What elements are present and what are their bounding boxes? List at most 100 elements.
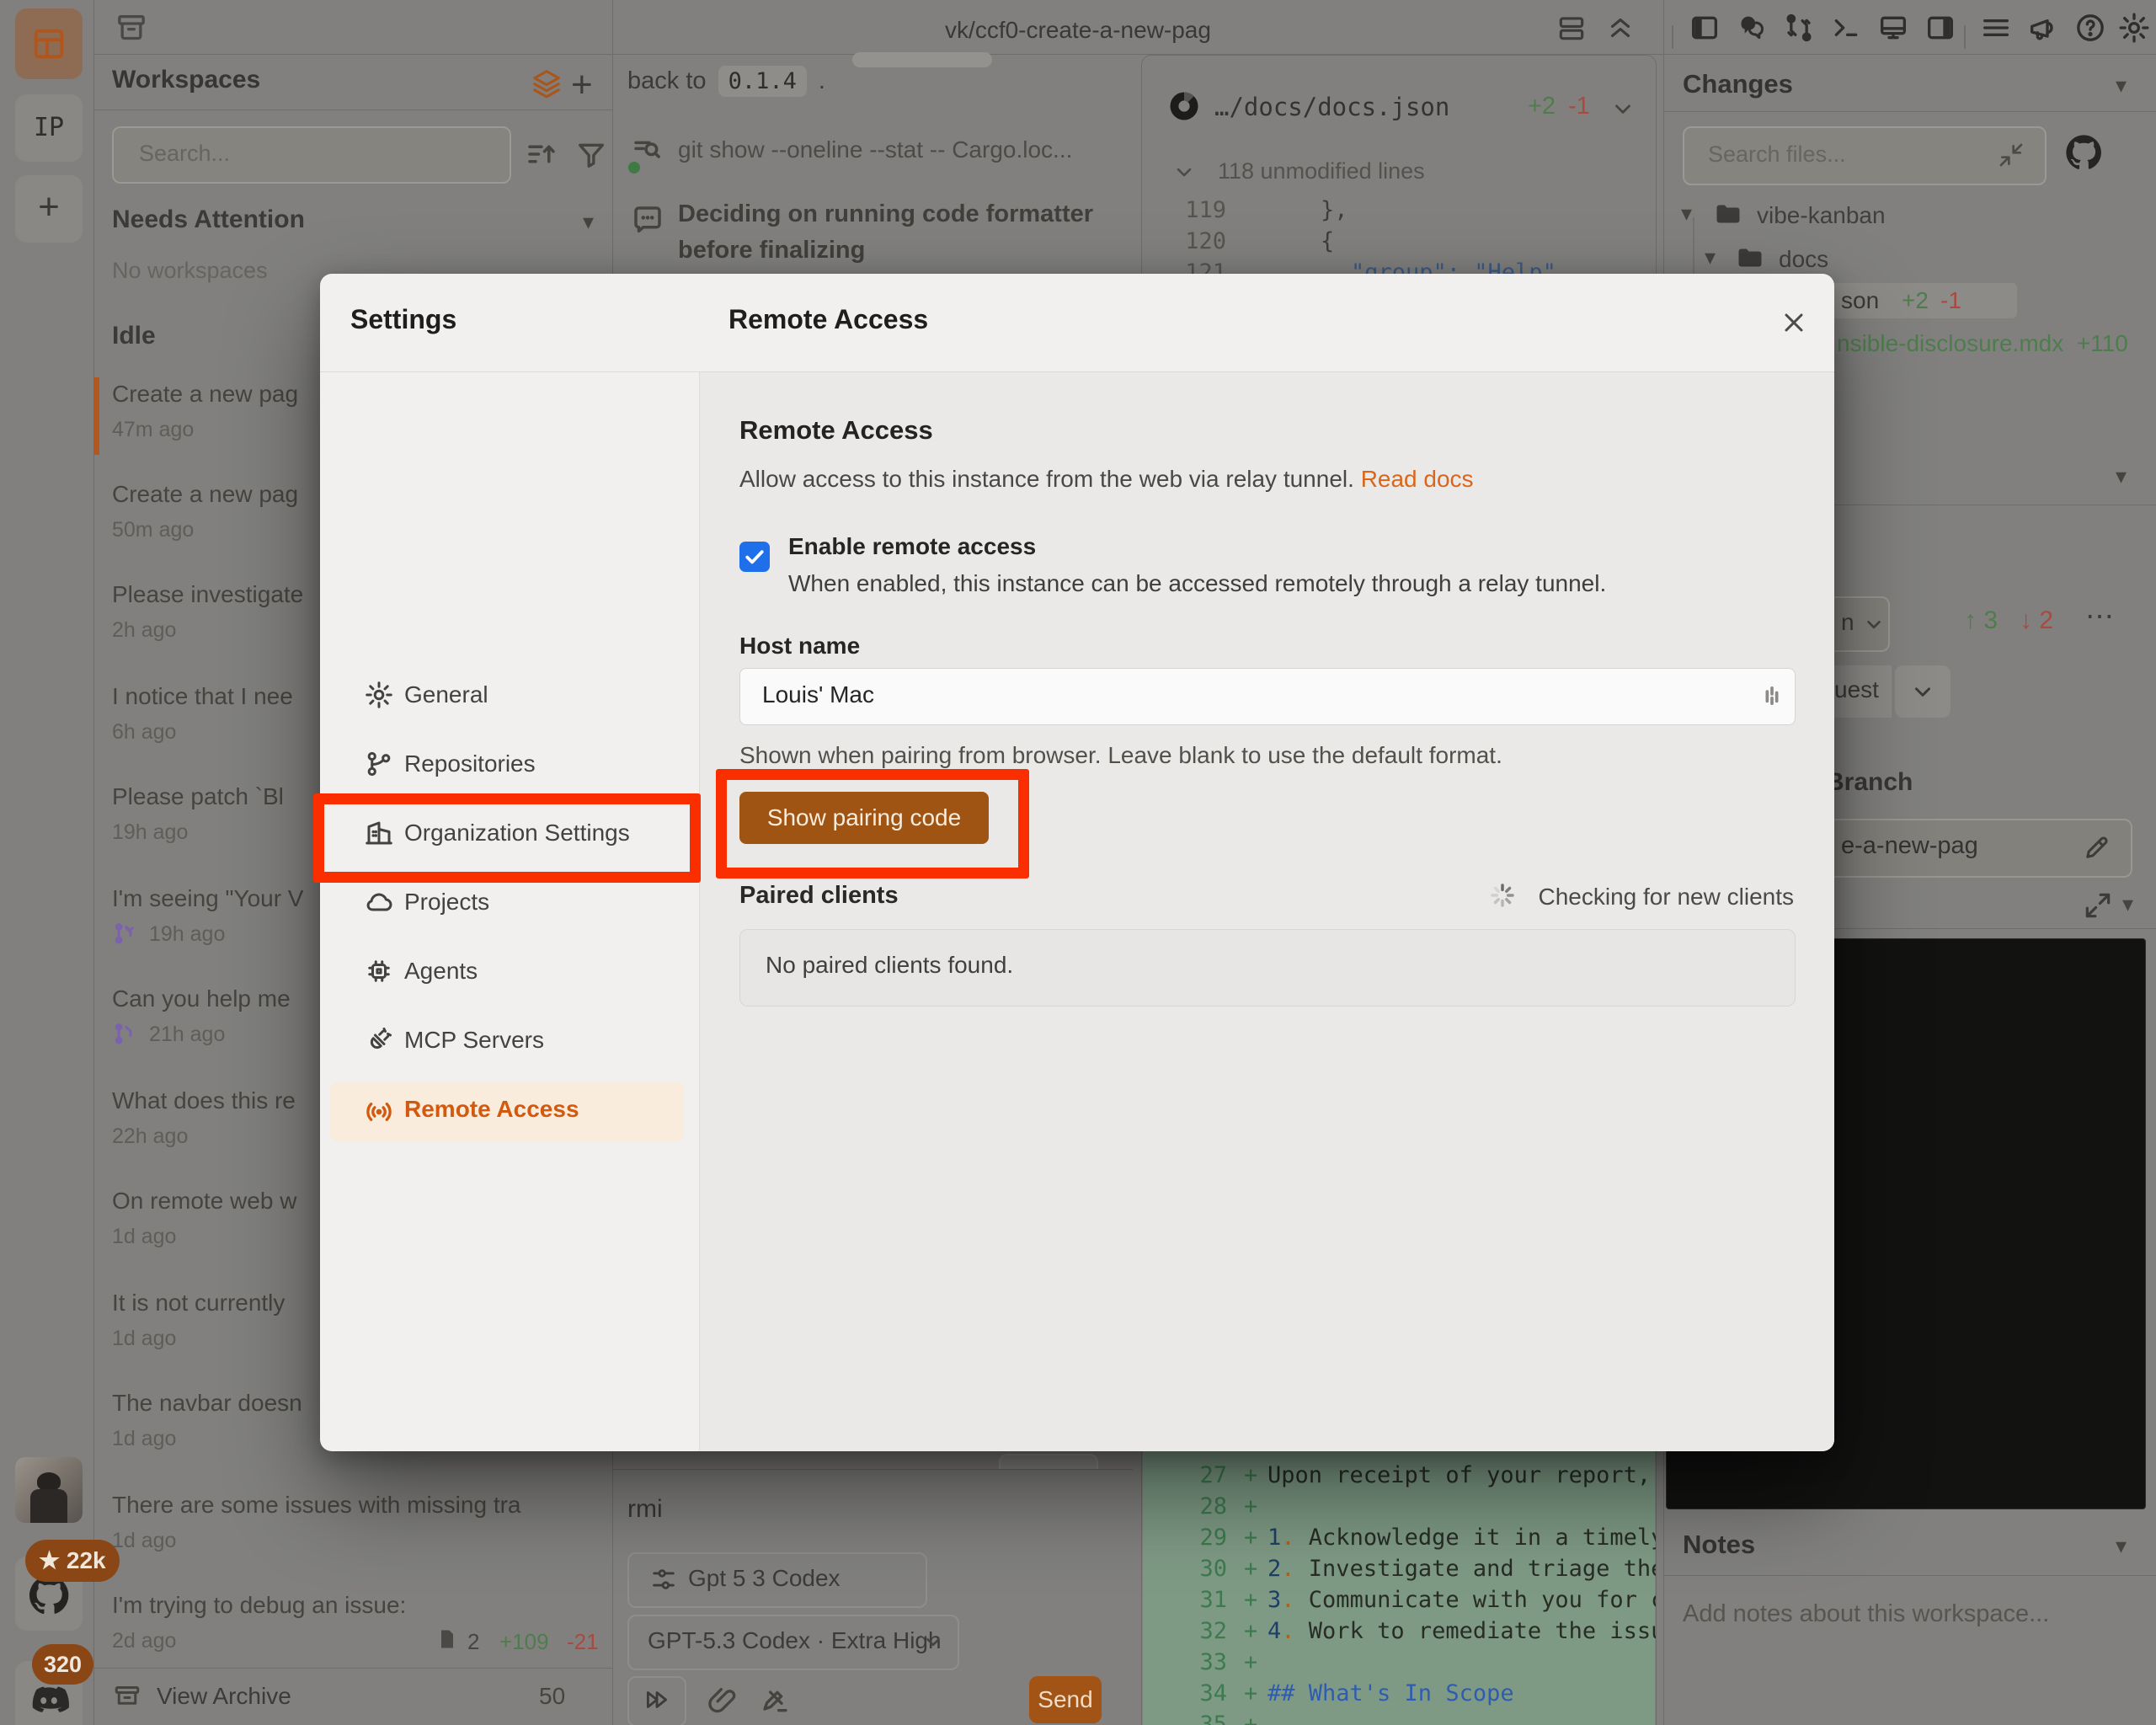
message-line2: before finalizing — [678, 237, 865, 264]
plug-icon — [364, 1025, 394, 1055]
chevron-down-icon[interactable] — [1172, 160, 1196, 184]
stars-count: 22k — [67, 1547, 106, 1573]
paired-clients-title: Paired clients — [739, 882, 899, 910]
chevron-down-icon[interactable]: ▾ — [2122, 893, 2133, 915]
topbar-separator — [1672, 25, 1673, 49]
modal-nav-divider — [699, 371, 700, 1451]
megaphone-icon[interactable] — [2026, 11, 2060, 45]
changes-title: Changes — [1683, 69, 1793, 99]
notes-title: Notes — [1683, 1530, 1755, 1560]
enable-remote-sub: When enabled, this instance can be acces… — [788, 570, 1606, 597]
profile-initials: IP — [34, 113, 64, 142]
section-idle: Idle — [112, 322, 156, 350]
active-item-indicator — [93, 377, 99, 455]
collapse-all-icon[interactable] — [1604, 12, 1636, 44]
folder-icon — [1735, 243, 1765, 273]
rail-add-button[interactable]: + — [15, 175, 83, 243]
send-button[interactable]: Send — [1029, 1676, 1102, 1723]
model-selector[interactable]: GPT-5.3 Codex · Extra High — [627, 1615, 959, 1670]
host-name-help: Shown when pairing from browser. Leave b… — [739, 742, 1502, 769]
collapse-tree-icon[interactable] — [1998, 142, 2025, 168]
menu-icon[interactable] — [1979, 11, 2013, 45]
pull-request-icon — [112, 921, 137, 946]
highlighter-icon[interactable] — [756, 1684, 790, 1717]
removed-count: -21 — [567, 1629, 599, 1655]
host-name-label: Host name — [739, 633, 860, 660]
archive-icon — [112, 1681, 142, 1712]
model-chip[interactable]: Gpt 5 3 Codex — [627, 1552, 927, 1608]
added-count: +109 — [499, 1629, 549, 1655]
unmodified-lines-label[interactable]: 118 unmodified lines — [1218, 158, 1425, 184]
rail-profile-button[interactable]: IP — [15, 94, 83, 162]
enable-remote-checkbox[interactable] — [739, 542, 770, 572]
git-compare-icon[interactable] — [1782, 11, 1816, 45]
rows-layout-icon[interactable] — [1556, 12, 1588, 44]
add-workspace-button[interactable]: + — [571, 64, 593, 106]
file-count: 2 — [467, 1629, 479, 1655]
chevron-down-icon[interactable]: ▾ — [2116, 465, 2127, 487]
sliders-icon — [649, 1565, 678, 1594]
chevron-down-icon[interactable]: ▾ — [2116, 74, 2127, 96]
tool-call-command[interactable]: git show --oneline --stat -- Cargo.loc..… — [678, 136, 1072, 163]
view-archive-button[interactable]: View Archive — [157, 1683, 291, 1710]
settings-nav-mcp-servers[interactable]: MCP Servers — [320, 1006, 699, 1075]
branch-label: Branch — [1826, 768, 1913, 797]
tool-call-icon — [630, 133, 665, 168]
scroll-pill — [852, 52, 992, 67]
spinner-icon — [1489, 882, 1516, 909]
terminal-icon[interactable] — [1829, 11, 1863, 45]
edit-pencil-icon[interactable] — [2082, 832, 2112, 862]
attach-icon[interactable] — [706, 1684, 739, 1717]
tree-folder-docs[interactable]: docs — [1779, 246, 1828, 273]
enable-remote-label[interactable]: Enable remote access — [788, 533, 1036, 560]
settings-gear-icon[interactable] — [2117, 11, 2151, 45]
section-needs-attention: Needs Attention — [112, 206, 305, 234]
app-window: vk/ccf0-create-a-new-pag IP + — [0, 0, 2156, 1725]
more-options-icon[interactable]: ⋯ — [2085, 600, 2116, 633]
monitor-icon[interactable] — [1876, 11, 1910, 45]
chevron-down-icon[interactable]: ▾ — [1681, 202, 1692, 224]
avatar[interactable] — [15, 1457, 83, 1523]
settings-nav-agents[interactable]: Agents — [320, 937, 699, 1006]
chevron-down-icon[interactable]: ▾ — [2116, 1535, 2127, 1557]
tree-file-added[interactable]: nsible-disclosure.mdx +110 — [1837, 330, 2128, 357]
modal-header-divider — [320, 371, 1834, 372]
workspace-item[interactable]: There are some issues with missing tra1d… — [112, 1492, 612, 1576]
help-icon[interactable] — [2073, 11, 2107, 45]
settings-nav-repositories[interactable]: Repositories — [320, 729, 699, 798]
chevron-down-icon — [922, 1631, 944, 1653]
sidebar-header-divider — [93, 109, 612, 110]
layers-icon[interactable] — [531, 67, 563, 99]
tree-folder-root[interactable]: vibe-kanban — [1757, 202, 1886, 229]
composer-input[interactable]: rmi — [627, 1495, 663, 1524]
rail-active-workspace-button[interactable] — [15, 8, 83, 79]
panel-right-icon[interactable] — [1924, 11, 1957, 45]
search-placeholder: Search... — [139, 141, 230, 167]
chat-bubbles-icon[interactable] — [1735, 11, 1769, 45]
sort-icon[interactable] — [524, 136, 559, 172]
expand-icon[interactable] — [2082, 889, 2114, 921]
archive-count: 50 — [539, 1683, 565, 1710]
github-cat-icon[interactable] — [2062, 131, 2105, 175]
diff-context-line: 119}, — [1142, 197, 1656, 228]
search-files-placeholder: Search files... — [1708, 142, 1846, 168]
fast-forward-button[interactable] — [627, 1676, 686, 1725]
diff-file-path[interactable]: …/docs/docs.json — [1214, 93, 1449, 121]
panel-left-icon[interactable] — [1688, 11, 1721, 45]
search-input[interactable]: Search... — [112, 126, 511, 184]
workspace-item[interactable]: I'm trying to debug an issue:2d ago 2 +1… — [112, 1592, 612, 1676]
notes-input[interactable]: Add notes about this workspace... — [1683, 1600, 2049, 1628]
settings-nav-title: Settings — [350, 304, 456, 335]
chevron-down-icon[interactable] — [1610, 96, 1636, 121]
host-name-input[interactable]: Louis' Mac — [739, 668, 1796, 725]
read-docs-link[interactable]: Read docs — [1361, 466, 1474, 492]
chevron-down-icon[interactable]: ▾ — [583, 211, 594, 232]
search-files-input[interactable]: Search files... — [1683, 126, 2047, 185]
filter-icon[interactable] — [574, 138, 608, 172]
chevron-down-icon[interactable]: ▾ — [1705, 246, 1716, 268]
folder-icon — [1713, 199, 1743, 229]
settings-nav-remote-access[interactable]: Remote Access — [330, 1082, 684, 1141]
close-icon[interactable] — [1779, 307, 1809, 338]
pr-dropdown-button[interactable] — [1895, 665, 1951, 718]
settings-nav-general[interactable]: General — [320, 660, 699, 729]
